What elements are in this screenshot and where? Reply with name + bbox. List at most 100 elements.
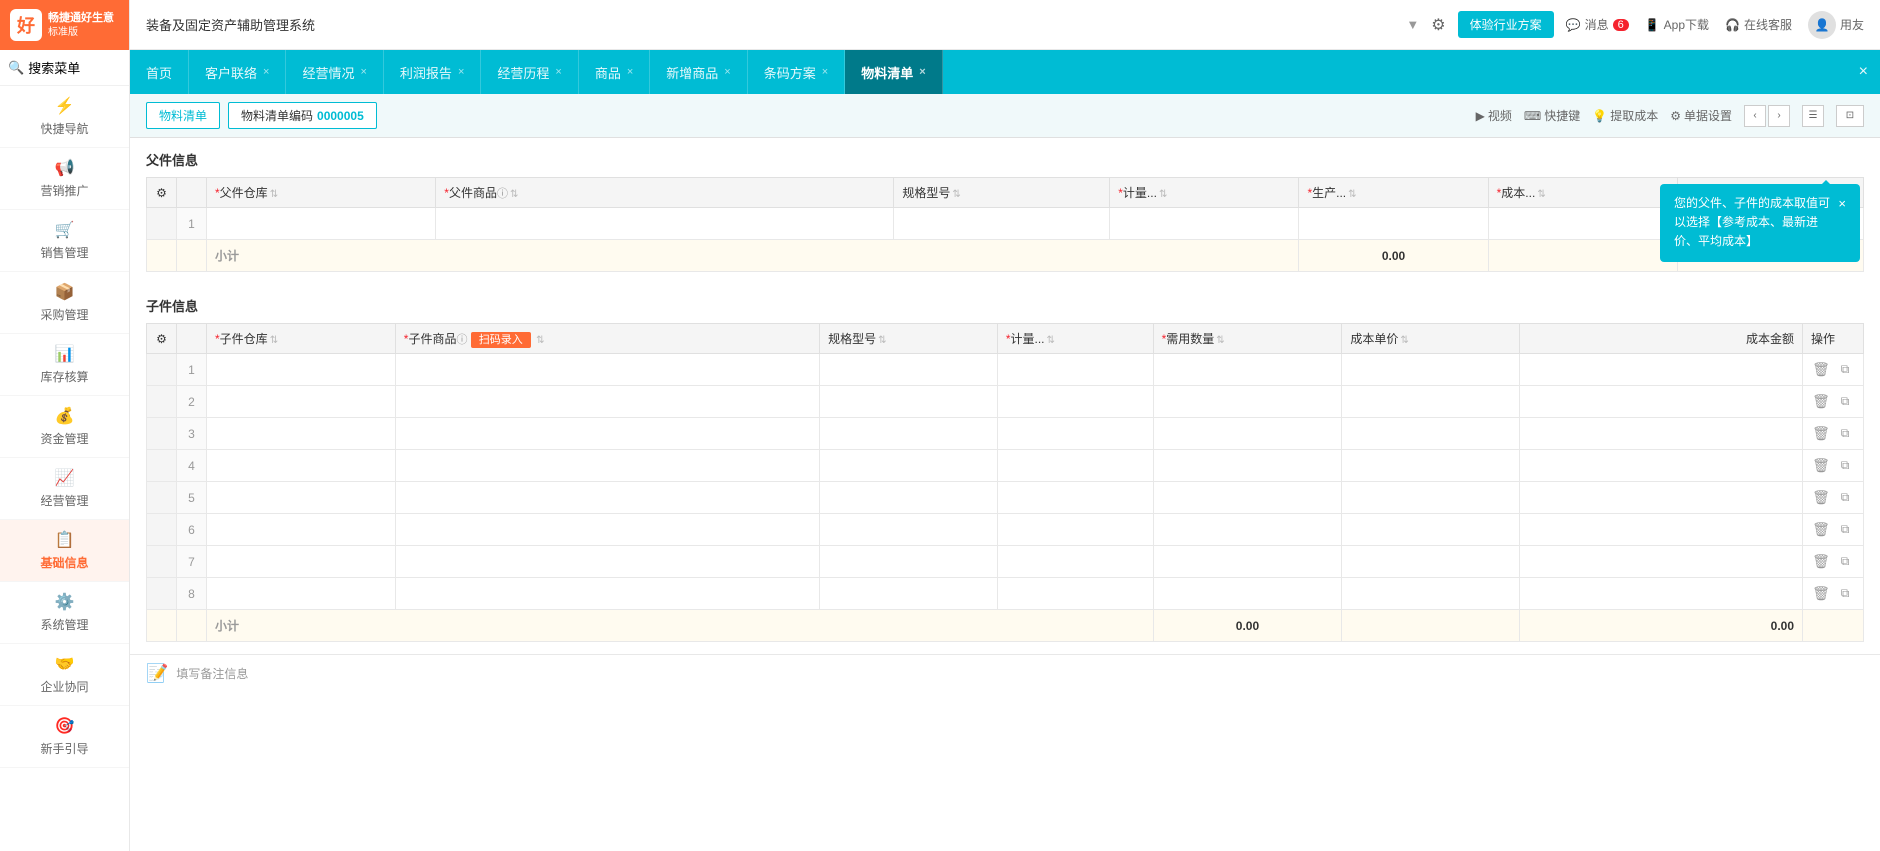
child-row5-unit-cost[interactable]: [1342, 482, 1520, 514]
child-row7-qty[interactable]: [1153, 546, 1342, 578]
child-row5-unit[interactable]: [997, 482, 1153, 514]
child-th-gear[interactable]: ⚙: [147, 324, 177, 354]
child-row8-unit-cost[interactable]: [1342, 578, 1520, 610]
child-row7-unit[interactable]: [997, 546, 1153, 578]
tab-profit[interactable]: 利润报告 ×: [384, 50, 481, 94]
sidebar-item-purchase[interactable]: 📦 采购管理: [0, 272, 129, 334]
parent-cost-sort-icon[interactable]: ⇅: [1537, 189, 1545, 200]
child-row8-goods[interactable]: [395, 578, 819, 610]
tab-new-goods[interactable]: 新增商品 ×: [650, 50, 747, 94]
child-row5-delete-btn[interactable]: 🗑: [1811, 488, 1831, 508]
child-row7-warehouse[interactable]: [207, 546, 396, 578]
user-menu[interactable]: 👤 用友: [1808, 11, 1864, 39]
sub-tab-list[interactable]: 物料清单: [146, 102, 220, 129]
parent-row1-unit[interactable]: [1110, 208, 1299, 240]
sidebar-item-marketing[interactable]: 📢 营销推广: [0, 148, 129, 210]
child-row2-qty[interactable]: [1153, 386, 1342, 418]
sidebar-item-inventory[interactable]: 📊 库存核算: [0, 334, 129, 396]
child-row2-copy-btn[interactable]: ⧉: [1835, 392, 1855, 412]
tab-history-close[interactable]: ×: [555, 66, 561, 78]
child-goods-info-icon[interactable]: ⓘ: [456, 334, 467, 346]
parent-row1-warehouse[interactable]: [207, 208, 436, 240]
trial-button[interactable]: 体验行业方案: [1458, 11, 1554, 38]
tab-barcode-close[interactable]: ×: [822, 66, 828, 78]
child-row3-spec[interactable]: [820, 418, 998, 450]
sidebar-item-finance[interactable]: 💰 资金管理: [0, 396, 129, 458]
tab-goods[interactable]: 商品 ×: [579, 50, 650, 94]
sidebar-item-sales[interactable]: 🛒 销售管理: [0, 210, 129, 272]
parent-th-gear[interactable]: ⚙: [147, 178, 177, 208]
child-row4-goods[interactable]: [395, 450, 819, 482]
parent-warehouse-sort-icon[interactable]: ⇅: [270, 189, 278, 200]
parent-unit-sort-icon[interactable]: ⇅: [1159, 189, 1167, 200]
child-warehouse-sort-icon[interactable]: ⇅: [270, 335, 278, 346]
child-row7-spec[interactable]: [820, 546, 998, 578]
child-row3-delete-btn[interactable]: 🗑: [1811, 424, 1831, 444]
sidebar-item-guide[interactable]: 🎯 新手引导: [0, 706, 129, 768]
child-row6-qty[interactable]: [1153, 514, 1342, 546]
tab-bom-close[interactable]: ×: [919, 66, 925, 78]
child-row1-qty[interactable]: [1153, 354, 1342, 386]
child-row1-copy-btn[interactable]: ⧉: [1835, 360, 1855, 380]
child-row3-unit[interactable]: [997, 418, 1153, 450]
child-row3-unit-cost[interactable]: [1342, 418, 1520, 450]
tab-customer[interactable]: 客户联络 ×: [189, 50, 286, 94]
tab-profit-close[interactable]: ×: [458, 66, 464, 78]
child-spec-sort-icon[interactable]: ⇅: [878, 335, 886, 346]
child-row7-unit-cost[interactable]: [1342, 546, 1520, 578]
parent-row1-goods[interactable]: [436, 208, 894, 240]
child-row4-warehouse[interactable]: [207, 450, 396, 482]
child-row2-spec[interactable]: [820, 386, 998, 418]
parent-goods-info-icon[interactable]: ⓘ: [497, 188, 508, 200]
child-row5-warehouse[interactable]: [207, 482, 396, 514]
child-row8-unit[interactable]: [997, 578, 1153, 610]
nav-prev[interactable]: ‹: [1744, 105, 1766, 127]
close-all-tabs[interactable]: ×: [1847, 63, 1880, 81]
cost-action[interactable]: 💡 提取成本: [1592, 107, 1658, 124]
child-row6-warehouse[interactable]: [207, 514, 396, 546]
child-row5-qty[interactable]: [1153, 482, 1342, 514]
child-qty-sort-icon[interactable]: ⇅: [1216, 335, 1224, 346]
tab-history[interactable]: 经营历程 ×: [481, 50, 578, 94]
child-row2-delete-btn[interactable]: 🗑: [1811, 392, 1831, 412]
child-row4-spec[interactable]: [820, 450, 998, 482]
settings-icon[interactable]: ⚙: [1431, 15, 1445, 35]
child-row2-unit-cost[interactable]: [1342, 386, 1520, 418]
parent-produce-sort-icon[interactable]: ⇅: [1348, 189, 1356, 200]
message-button[interactable]: 💬 消息 6: [1566, 16, 1629, 33]
sidebar-search[interactable]: 🔍 搜索菜单: [0, 50, 129, 86]
doc-settings-action[interactable]: ⚙ 单据设置: [1670, 107, 1732, 124]
nav-next[interactable]: ›: [1768, 105, 1790, 127]
child-row8-qty[interactable]: [1153, 578, 1342, 610]
nav-expand[interactable]: ⊡: [1836, 105, 1864, 127]
child-row3-warehouse[interactable]: [207, 418, 396, 450]
sidebar-item-system[interactable]: ⚙️ 系统管理: [0, 582, 129, 644]
child-row2-unit[interactable]: [997, 386, 1153, 418]
child-row8-spec[interactable]: [820, 578, 998, 610]
parent-row1-cost[interactable]: [1488, 208, 1677, 240]
child-row2-warehouse[interactable]: [207, 386, 396, 418]
child-row6-delete-btn[interactable]: 🗑: [1811, 520, 1831, 540]
tab-barcode[interactable]: 条码方案 ×: [748, 50, 845, 94]
nav-menu[interactable]: ☰: [1802, 105, 1824, 127]
child-row8-warehouse[interactable]: [207, 578, 396, 610]
tab-bom[interactable]: 物料清单 ×: [845, 50, 942, 94]
video-action[interactable]: ▶ 视频: [1476, 107, 1512, 124]
tab-home[interactable]: 首页: [130, 50, 189, 94]
tab-goods-close[interactable]: ×: [627, 66, 633, 78]
child-row6-goods[interactable]: [395, 514, 819, 546]
child-row8-delete-btn[interactable]: 🗑: [1811, 584, 1831, 604]
tooltip-close-button[interactable]: ×: [1838, 194, 1846, 215]
child-row3-goods[interactable]: [395, 418, 819, 450]
child-row8-copy-btn[interactable]: ⧉: [1835, 584, 1855, 604]
child-row5-spec[interactable]: [820, 482, 998, 514]
child-row1-warehouse[interactable]: [207, 354, 396, 386]
child-row6-unit-cost[interactable]: [1342, 514, 1520, 546]
child-row1-unit[interactable]: [997, 354, 1153, 386]
child-goods-sort-icon[interactable]: ⇅: [536, 335, 544, 346]
child-row7-goods[interactable]: [395, 546, 819, 578]
child-row6-spec[interactable]: [820, 514, 998, 546]
tab-operations-status[interactable]: 经营情况 ×: [286, 50, 383, 94]
tab-ops-close[interactable]: ×: [360, 66, 366, 78]
child-row7-delete-btn[interactable]: 🗑: [1811, 552, 1831, 572]
